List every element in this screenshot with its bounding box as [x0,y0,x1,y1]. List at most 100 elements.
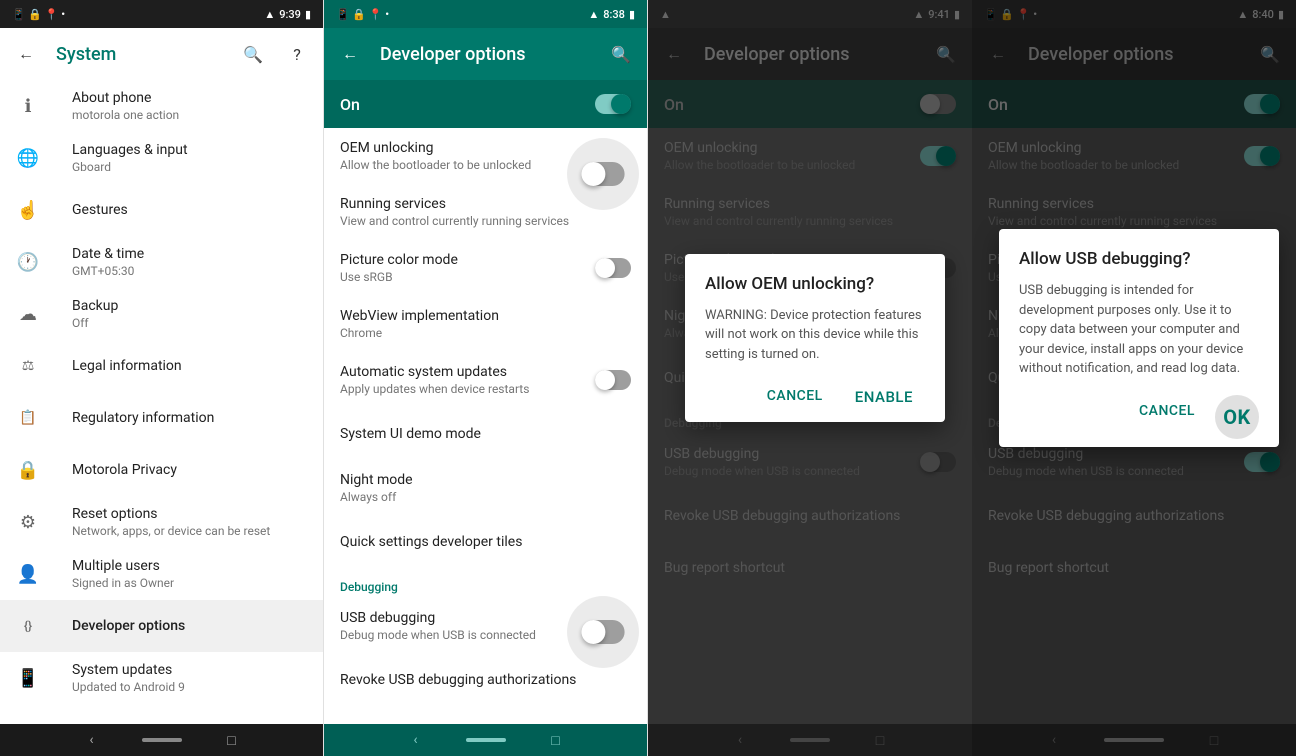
dev-search-button[interactable]: 🔍 [607,40,635,68]
autoupdate-subtitle: Apply updates when device restarts [340,382,595,396]
oem-dialog-overlay: Allow OEM unlocking? WARNING: Device pro… [648,0,972,756]
sysupdates-subtitle: Updated to Android 9 [72,680,307,694]
usb-toggle-highlight [567,596,639,668]
usb-cancel-button[interactable]: Cancel [1127,395,1207,439]
nav-bar-left: ‹ □ [0,724,323,756]
gestures-title: Gestures [72,202,307,218]
oem-title: OEM unlocking [340,140,595,156]
nav-back-mid[interactable]: ‹ [406,730,426,750]
running-subtitle: View and control currently running servi… [340,214,631,228]
status-bar-left: 📱 🔒 📍 • ▲ 9:39 ▮ [0,0,323,28]
sidebar-item-languages[interactable]: 🌐 Languages & input Gboard [0,132,323,184]
usb-dialog: Allow USB debugging? USB debugging is in… [999,229,1279,447]
dev-app-bar: ← Developer options 🔍 [324,28,647,80]
oem-dialog: Allow OEM unlocking? WARNING: Device pro… [685,254,945,423]
webview-title: WebView implementation [340,308,631,324]
webview-subtitle: Chrome [340,326,631,340]
usb-dialog-title: Allow USB debugging? [1019,249,1259,269]
sidebar-item-datetime[interactable]: 🕐 Date & time GMT+05:30 [0,236,323,288]
sysupdates-title: System updates [72,662,307,678]
dev-back-button[interactable]: ← [336,40,364,68]
back-button[interactable]: ← [12,40,40,68]
right-panels: ▲ ▲ 9:41 ▮ ← Developer options 🔍 On [648,0,1296,756]
sidebar-item-backup[interactable]: ☁ Backup Off [0,288,323,340]
battery-mid: ▮ [629,8,635,21]
sidebar-item-motorola-privacy[interactable]: 🔒 Motorola Privacy [0,444,323,496]
info-icon: ℹ [16,94,40,118]
nav-home-mid[interactable] [466,738,506,742]
users-subtitle: Signed in as Owner [72,576,307,590]
reset-icon: ⚙ [16,510,40,534]
backup-title: Backup [72,298,307,314]
dev-app-bar-title: Developer options [380,44,591,65]
oem-cancel-button[interactable]: Cancel [755,380,835,414]
gestures-icon: ☝ [16,198,40,222]
privacy-icon: 🔒 [16,458,40,482]
privacy-title: Motorola Privacy [72,462,307,478]
help-button[interactable]: ? [283,40,311,68]
users-icon: 👤 [16,562,40,586]
usb-toggle-circle[interactable] [581,620,624,644]
oem-subtitle: Allow the bootloader to be unlocked [340,158,595,172]
languages-icon: 🌐 [16,146,40,170]
wifi-icon: ▲ [264,8,275,21]
usb-dialog-actions: Cancel OK [1019,395,1259,439]
languages-title: Languages & input [72,142,307,158]
dev-main-toggle-thumb [611,94,631,114]
nightmode-subtitle: Always off [340,490,631,504]
clock-icon: 🕐 [16,250,40,274]
usb-dialog-overlay: Allow USB debugging? USB debugging is in… [972,0,1296,756]
search-button[interactable]: 🔍 [239,40,267,68]
autoupdate-title: Automatic system updates [340,364,595,380]
oem-enable-button[interactable]: Enable [843,380,925,414]
languages-subtitle: Gboard [72,160,307,174]
dev-item-autoupdate[interactable]: Automatic system updates Apply updates w… [324,352,647,408]
nav-recents-mid[interactable]: □ [546,730,566,750]
time-display: 9:39 [279,8,301,21]
status-icons-left: 📱 🔒 📍 • [12,8,65,21]
battery-icon: ▮ [305,8,311,21]
dev-item-bugreport[interactable]: Bug report shortcut [324,706,647,724]
legal-icon: ⚖ [16,354,40,378]
dev-item-uidemo[interactable]: System UI demo mode [324,408,647,460]
dev-main-toggle[interactable] [595,94,631,114]
sidebar-item-about[interactable]: ℹ About phone motorola one action [0,80,323,132]
usb-dialog-body: USB debugging is intended for developmen… [1019,281,1259,379]
system-app-bar: ← System 🔍 ? [0,28,323,80]
dev-item-nightmode[interactable]: Night mode Always off [324,460,647,516]
dev-item-quicktiles[interactable]: Quick settings developer tiles [324,516,647,568]
dev-on-row[interactable]: On [324,80,647,128]
status-icons-mid-right: ▲ 8:38 ▮ [588,8,635,21]
nav-home-left[interactable] [142,738,182,742]
sidebar-item-users[interactable]: 👤 Multiple users Signed in as Owner [0,548,323,600]
nav-bar-mid: ‹ □ [324,724,647,756]
legal-title: Legal information [72,358,307,374]
sidebar-item-regulatory[interactable]: 📋 Regulatory information [0,392,323,444]
backup-icon: ☁ [16,302,40,326]
datetime-subtitle: GMT+05:30 [72,264,307,278]
nav-recents-left[interactable]: □ [222,730,242,750]
autoupdate-toggle[interactable] [595,370,631,390]
sidebar-item-sysupdates[interactable]: 📱 System updates Updated to Android 9 [0,652,323,704]
oem-dialog-title: Allow OEM unlocking? [705,274,925,294]
picture-title: Picture color mode [340,252,595,268]
reset-subtitle: Network, apps, or device can be reset [72,524,307,538]
dev-item-picture[interactable]: Picture color mode Use sRGB [324,240,647,296]
sidebar-item-developer[interactable]: {} Developer options [0,600,323,652]
picture-toggle[interactable] [595,258,631,278]
developer-options-panel: 📱 🔒 📍 • ▲ 8:38 ▮ ← Developer options 🔍 O… [324,0,648,756]
oem-dialog-actions: Cancel Enable [705,380,925,414]
sidebar-item-legal[interactable]: ⚖ Legal information [0,340,323,392]
dev-item-webview[interactable]: WebView implementation Chrome [324,296,647,352]
sidebar-item-reset[interactable]: ⚙ Reset options Network, apps, or device… [0,496,323,548]
regulatory-icon: 📋 [16,406,40,430]
oem-dialog-panel: ▲ ▲ 9:41 ▮ ← Developer options 🔍 On [648,0,972,756]
updates-icon: 📱 [16,666,40,690]
sidebar-item-gestures[interactable]: ☝ Gestures [0,184,323,236]
usb-dialog-panel: 📱 🔒 📍 • ▲ 8:40 ▮ ← Developer options 🔍 O… [972,0,1296,756]
nav-back-left[interactable]: ‹ [82,730,102,750]
settings-list: ℹ About phone motorola one action 🌐 Lang… [0,80,323,724]
usb-ok-button[interactable]: OK [1215,395,1259,439]
oem-dialog-body: WARNING: Device protection features will… [705,306,925,365]
revoke-title: Revoke USB debugging authorizations [340,672,631,688]
